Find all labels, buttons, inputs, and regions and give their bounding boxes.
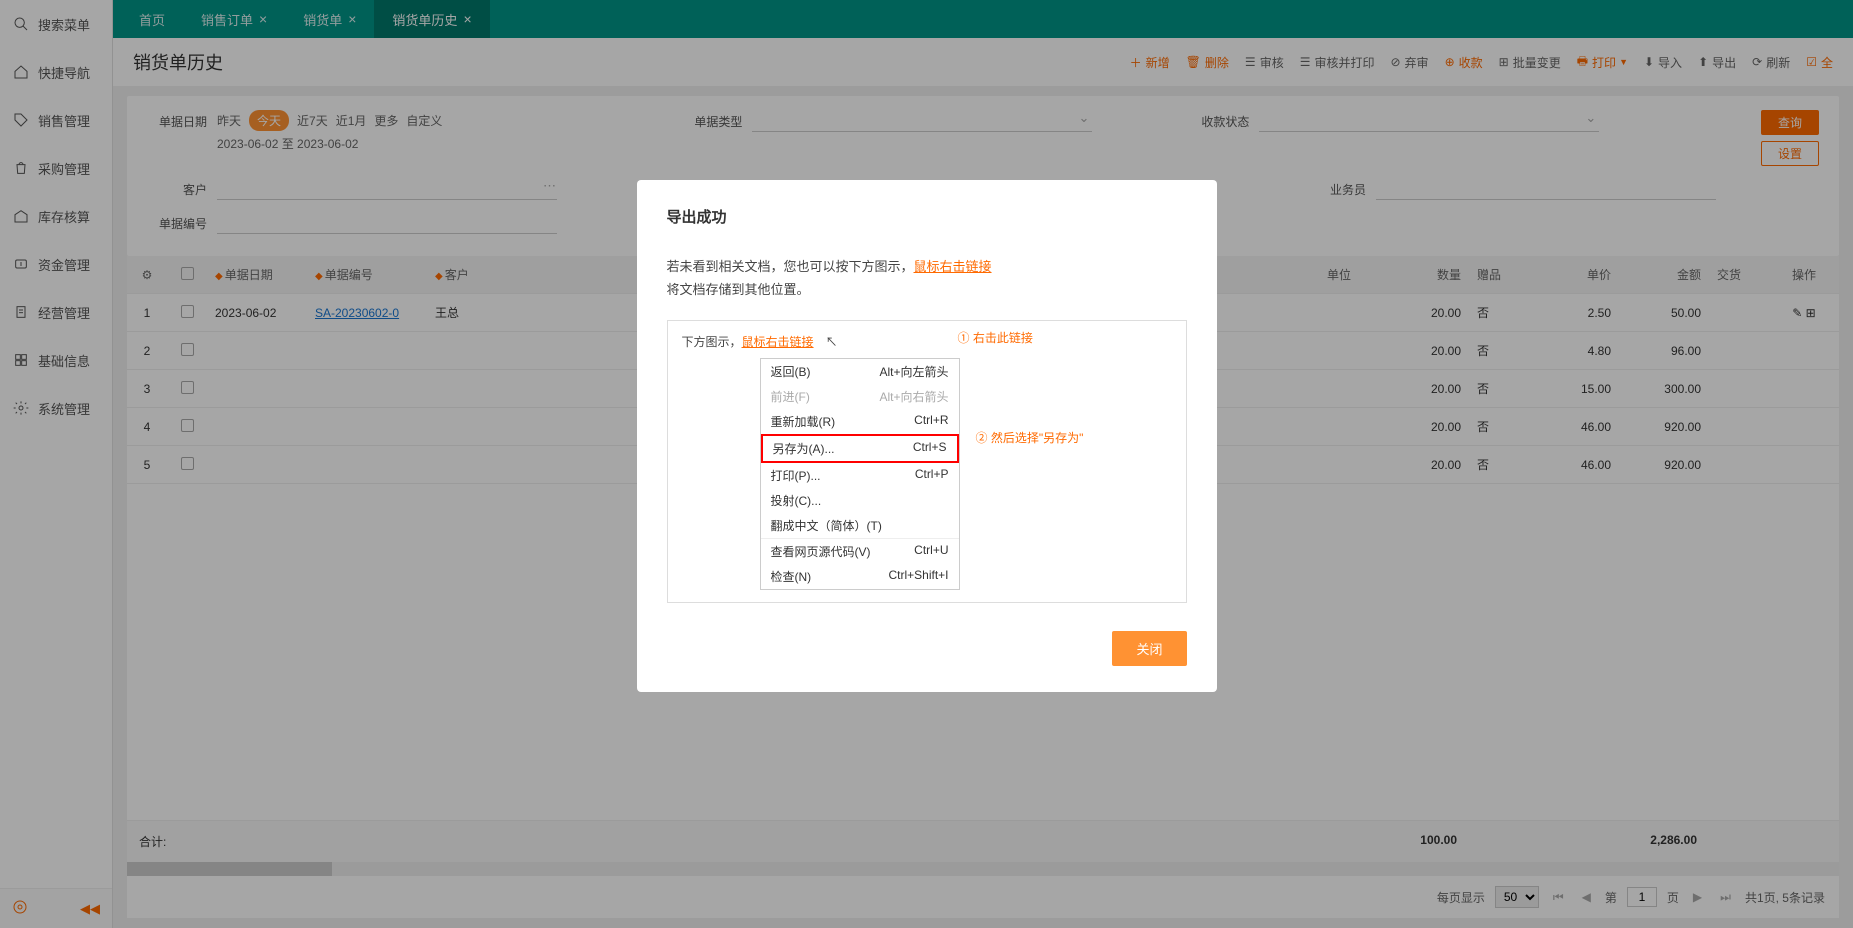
context-menu-item: 查看网页源代码(V)Ctrl+U: [761, 538, 959, 564]
modal-description: 若未看到相关文档，您也可以按下方图示，鼠标右击链接 将文档存储到其他位置。: [667, 255, 1187, 302]
cursor-icon: ↖: [826, 335, 838, 349]
annotation-2: ② 然后选择"另存为": [976, 429, 1084, 446]
context-menu-item: 投射(C)...: [761, 488, 959, 513]
modal-title: 导出成功: [667, 206, 1187, 227]
context-menu-item: 打印(P)...Ctrl+P: [761, 463, 959, 488]
context-menu-item: 翻成中文（简体）(T): [761, 513, 959, 538]
context-menu-item: 另存为(A)...Ctrl+S: [761, 434, 959, 463]
right-click-link[interactable]: 鼠标右击链接: [914, 259, 992, 274]
modal-overlay[interactable]: 导出成功 若未看到相关文档，您也可以按下方图示，鼠标右击链接 将文档存储到其他位…: [0, 0, 1853, 928]
close-button[interactable]: 关闭: [1112, 631, 1186, 666]
context-menu-item: 前进(F)Alt+向右箭头: [761, 384, 959, 409]
context-menu-item: 返回(B)Alt+向左箭头: [761, 359, 959, 384]
context-menu-item: 检查(N)Ctrl+Shift+I: [761, 564, 959, 589]
modal-instruction-image: ① 右击此链接 ② 然后选择"另存为" 下方图示，鼠标右击链接 ↖ 返回(B)A…: [667, 320, 1187, 603]
annotation-1: ① 右击此链接: [958, 329, 1033, 346]
context-menu-illustration: 返回(B)Alt+向左箭头前进(F)Alt+向右箭头重新加载(R)Ctrl+R另…: [760, 358, 960, 590]
context-menu-item: 重新加载(R)Ctrl+R: [761, 409, 959, 434]
export-success-modal: 导出成功 若未看到相关文档，您也可以按下方图示，鼠标右击链接 将文档存储到其他位…: [637, 180, 1217, 692]
